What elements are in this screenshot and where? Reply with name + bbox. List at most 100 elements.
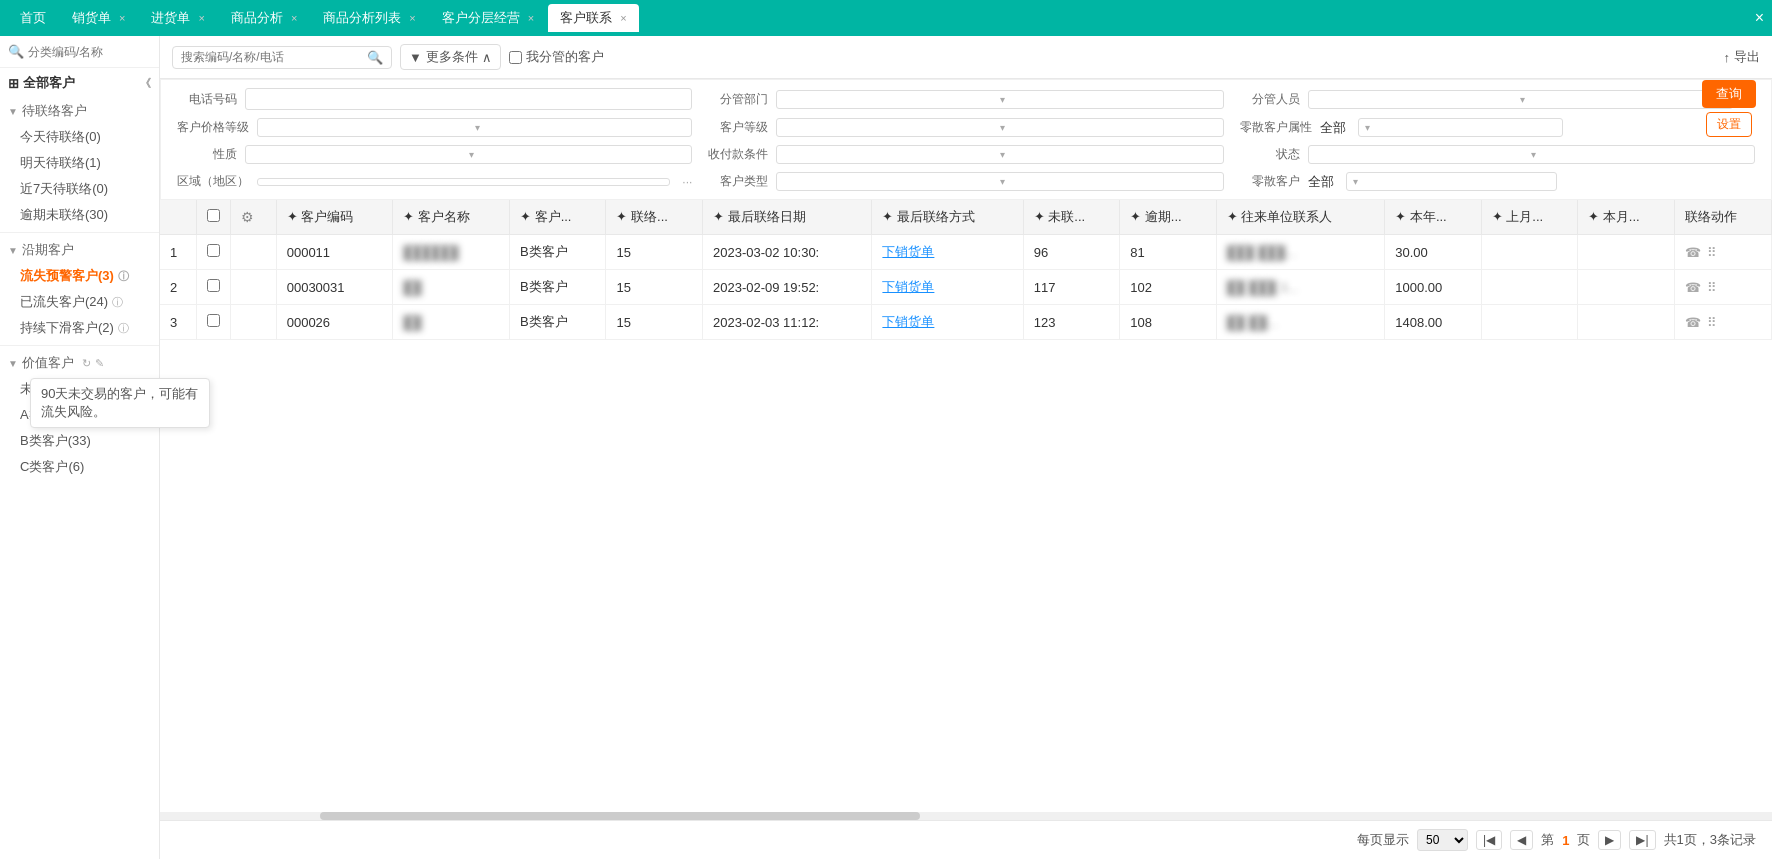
- col-last-contact-date[interactable]: ✦ 最后联络日期: [702, 200, 871, 235]
- person-select[interactable]: ▾: [1308, 90, 1733, 109]
- sidebar-item-churn-warning[interactable]: 流失预警客户(3) ⓘ: [0, 263, 159, 289]
- filter-search-button[interactable]: 🔍: [367, 50, 383, 65]
- col-this-month[interactable]: ✦ 本月...: [1578, 200, 1674, 235]
- prev-page-button[interactable]: ◀: [1510, 830, 1533, 850]
- sidebar-item-already-churned[interactable]: 已流失客户(24) ⓘ: [0, 289, 159, 315]
- export-button[interactable]: ↑ 导出: [1724, 48, 1761, 66]
- tab-customer-contact[interactable]: 客户联系 ×: [548, 4, 638, 32]
- tab-home[interactable]: 首页: [8, 4, 58, 32]
- col-this-year[interactable]: ✦ 本年...: [1385, 200, 1481, 235]
- col-gear[interactable]: ⚙: [231, 200, 276, 235]
- tab-purchase[interactable]: 进货单 ×: [139, 4, 216, 32]
- value-customers-group[interactable]: ▼ 价值客户 ↻ ✎: [0, 350, 159, 376]
- sidebar-item-declining-customers[interactable]: 持续下滑客户(2) ⓘ: [0, 315, 159, 341]
- query-button[interactable]: 查询: [1702, 80, 1756, 108]
- horizontal-scrollbar[interactable]: [160, 812, 1772, 820]
- col-select-all[interactable]: [197, 200, 231, 235]
- price-level-select[interactable]: ▾: [257, 118, 692, 137]
- cell-checkbox-1[interactable]: [197, 270, 231, 305]
- col-contact[interactable]: ✦ 联络...: [606, 200, 702, 235]
- col-code[interactable]: ✦ 客户编码: [276, 200, 393, 235]
- close-purchase-icon[interactable]: ×: [198, 12, 204, 24]
- retail-customer-select[interactable]: ▾: [1346, 172, 1558, 191]
- col-last-month[interactable]: ✦ 上月...: [1481, 200, 1577, 235]
- first-page-button[interactable]: |◀: [1476, 830, 1502, 850]
- contact-icon-0[interactable]: ☎: [1685, 245, 1701, 260]
- tab-sales[interactable]: 销货单 ×: [60, 4, 137, 32]
- cell-checkbox-2[interactable]: [197, 305, 231, 340]
- close-sales-icon[interactable]: ×: [119, 12, 125, 24]
- refresh-icon[interactable]: ↻: [82, 357, 91, 370]
- customer-level-select[interactable]: ▾: [776, 118, 1223, 137]
- cell-action-2[interactable]: ☎ ⠿: [1674, 305, 1771, 340]
- tab-goods-analysis[interactable]: 商品分析 ×: [219, 4, 309, 32]
- next-page-button[interactable]: ▶: [1598, 830, 1621, 850]
- cell-action-0[interactable]: ☎ ⠿: [1674, 235, 1771, 270]
- col-unit-contact[interactable]: ✦ 往来单位联系人: [1216, 200, 1385, 235]
- customer-type-select[interactable]: ▾: [776, 172, 1223, 191]
- tab-customer-tier[interactable]: 客户分层经营 ×: [430, 4, 546, 32]
- cell-gear-2: [231, 305, 276, 340]
- more-icon-0[interactable]: ⠿: [1707, 245, 1717, 260]
- contact-icon-1[interactable]: ☎: [1685, 280, 1701, 295]
- filter-search-box[interactable]: 🔍: [172, 46, 392, 69]
- per-page-select[interactable]: 50 20 100 200: [1417, 829, 1468, 851]
- close-customer-contact-icon[interactable]: ×: [620, 12, 626, 24]
- my-customers-checkbox-label[interactable]: 我分管的客户: [509, 48, 604, 66]
- close-goods-analysis-icon[interactable]: ×: [291, 12, 297, 24]
- sidebar-item-tomorrow-contact[interactable]: 明天待联络(1): [0, 150, 159, 176]
- sidebar-item-today-contact[interactable]: 今天待联络(0): [0, 124, 159, 150]
- row-checkbox-2[interactable]: [207, 314, 220, 327]
- sidebar-search-box[interactable]: 🔍: [0, 36, 159, 68]
- cell-this-month-0: [1578, 235, 1674, 270]
- row-checkbox-1[interactable]: [207, 279, 220, 292]
- cell-method-2[interactable]: 下销货单: [872, 305, 1023, 340]
- close-goods-analysis-list-icon[interactable]: ×: [409, 12, 415, 24]
- row-checkbox-0[interactable]: [207, 244, 220, 257]
- filter-row-price-level: 客户价格等级 ▾: [177, 118, 692, 137]
- cell-checkbox-0[interactable]: [197, 235, 231, 270]
- col-name[interactable]: ✦ 客户名称: [393, 200, 510, 235]
- churn-customers-group[interactable]: ▼ 沿期客户: [0, 237, 159, 263]
- retail-attribute-select[interactable]: ▾: [1358, 118, 1564, 137]
- more-icon-1[interactable]: ⠿: [1707, 280, 1717, 295]
- col-type[interactable]: ✦ 客户...: [510, 200, 606, 235]
- filter-toolbar: 🔍 ▼ 更多条件 ∧ 我分管的客户 ↑ 导出: [160, 36, 1772, 79]
- filter-search-input[interactable]: [181, 50, 361, 64]
- sidebar-item-class-c[interactable]: C类客户(6): [0, 454, 159, 480]
- region-more-icon[interactable]: ···: [682, 175, 692, 189]
- sidebar-item-7days-contact[interactable]: 近7天待联络(0): [0, 176, 159, 202]
- phone-input[interactable]: [245, 88, 692, 110]
- window-close-icon[interactable]: ×: [1755, 9, 1764, 27]
- action-icons-1[interactable]: ☎ ⠿: [1685, 280, 1761, 295]
- edit-icon[interactable]: ✎: [95, 357, 104, 370]
- more-conditions-button[interactable]: ▼ 更多条件 ∧: [400, 44, 501, 70]
- cell-method-0[interactable]: 下销货单: [872, 235, 1023, 270]
- action-icons-2[interactable]: ☎ ⠿: [1685, 315, 1761, 330]
- status-select[interactable]: ▾: [1308, 145, 1755, 164]
- nature-select[interactable]: ▾: [245, 145, 692, 164]
- all-customers-header[interactable]: ⊞ 全部客户 《: [0, 68, 159, 98]
- cell-method-1[interactable]: 下销货单: [872, 270, 1023, 305]
- sidebar-search-input[interactable]: [28, 45, 151, 59]
- more-icon-2[interactable]: ⠿: [1707, 315, 1717, 330]
- close-customer-tier-icon[interactable]: ×: [528, 12, 534, 24]
- settings-button[interactable]: 设置: [1706, 112, 1752, 137]
- col-uncontacted[interactable]: ✦ 未联...: [1023, 200, 1119, 235]
- dept-select[interactable]: ▾: [776, 90, 1223, 109]
- col-overdue[interactable]: ✦ 逾期...: [1120, 200, 1216, 235]
- my-customers-checkbox[interactable]: [509, 51, 522, 64]
- sidebar-item-class-b[interactable]: B类客户(33): [0, 428, 159, 454]
- tab-goods-analysis-list[interactable]: 商品分析列表 ×: [311, 4, 427, 32]
- sidebar-item-overdue-contact[interactable]: 逾期未联络(30): [0, 202, 159, 228]
- cell-action-1[interactable]: ☎ ⠿: [1674, 270, 1771, 305]
- scrollbar-thumb[interactable]: [320, 812, 920, 820]
- select-all-checkbox[interactable]: [207, 209, 220, 222]
- pending-contact-group[interactable]: ▼ 待联络客户: [0, 98, 159, 124]
- contact-icon-2[interactable]: ☎: [1685, 315, 1701, 330]
- region-select[interactable]: [257, 178, 670, 186]
- last-page-button[interactable]: ▶|: [1629, 830, 1655, 850]
- payment-select[interactable]: ▾: [776, 145, 1223, 164]
- col-last-contact-method[interactable]: ✦ 最后联络方式: [872, 200, 1023, 235]
- action-icons-0[interactable]: ☎ ⠿: [1685, 245, 1761, 260]
